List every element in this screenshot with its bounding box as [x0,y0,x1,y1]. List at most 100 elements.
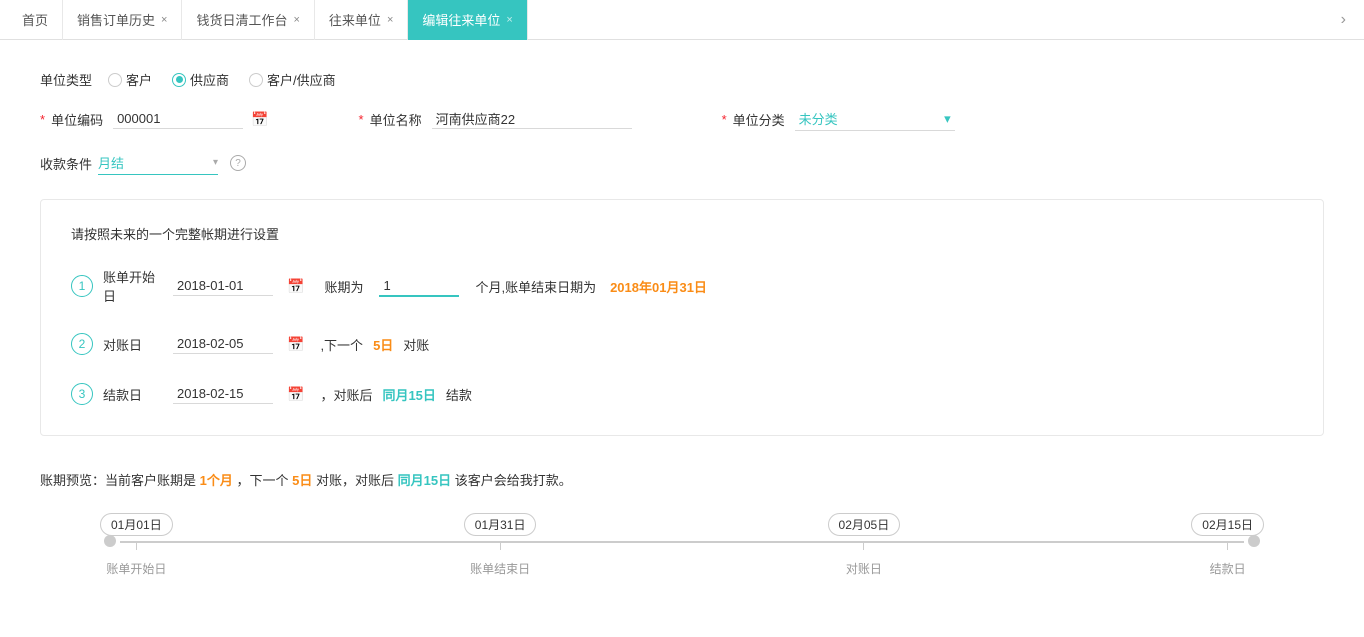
radio-customer-supplier-circle [249,73,263,87]
unit-code-required: * [40,112,45,127]
row-label-3: 结款日 [103,385,163,404]
payment-date-input[interactable] [173,384,273,404]
timeline-tick-2 [500,542,501,550]
tab-units-label: 往来单位 [329,10,381,29]
start-date-input[interactable] [173,276,273,296]
timeline-points: 01月01日 账单开始日 01月31日 账单结束日 02月05日 对账日 02月… [100,513,1264,577]
radio-customer-supplier-label: 客户/供应商 [267,70,336,89]
row-num-2: 2 [71,333,93,355]
unit-type-label: 单位类型 [40,70,92,89]
reconcile-date-input[interactable] [173,334,273,354]
radio-supplier-circle [172,73,186,87]
timeline-point-4: 02月15日 结款日 [1191,513,1264,577]
tab-cash-workbench-close[interactable]: × [293,14,299,26]
tab-cash-workbench[interactable]: 钱货日清工作台 × [182,0,314,40]
payment-label: 收款条件 [40,154,92,173]
settings-row-2: 2 对账日 📅 ,下一个 5日 对账 [71,333,1293,355]
radio-supplier[interactable]: 供应商 [172,70,229,89]
unit-code-calendar-icon[interactable]: 📅 [251,111,268,128]
unit-name-input[interactable] [432,109,632,129]
radio-supplier-label: 供应商 [190,70,229,89]
payment-highlight: 同月15日 [382,385,435,404]
section-title: 请按照未来的一个完整帐期进行设置 [71,224,1293,243]
settings-section: 请按照未来的一个完整帐期进行设置 1 账单开始日 📅 账期为 个月,账单结束日期… [40,199,1324,436]
preview-mid1: ，下一个 [237,473,289,488]
tab-bar: 首页 销售订单历史 × 钱货日清工作台 × 往来单位 × 编辑往来单位 × › [0,0,1364,40]
unit-code-label: 单位编码 [51,110,103,129]
timeline-tick-4 [1227,542,1228,550]
radio-customer-circle [108,73,122,87]
preview-part1: 1个月 [200,473,233,488]
preview-mid2: 对账，对账后 [316,473,394,488]
timeline-label-2: 账单结束日 [470,560,530,577]
row-num-3: 3 [71,383,93,405]
timeline-badge-1: 01月01日 [100,513,173,536]
tab-units-close[interactable]: × [387,14,393,26]
radio-customer[interactable]: 客户 [108,70,152,89]
preview-suffix: 该客户会给我打款。 [455,473,572,488]
timeline-tick-3 [863,542,864,550]
unit-class-label: 单位分类 [733,110,785,129]
reconcile-highlight: 5日 [373,335,393,354]
tab-edit-unit-close[interactable]: × [506,14,512,26]
timeline-point-3: 02月05日 对账日 [828,513,901,577]
timeline-label-1: 账单开始日 [106,560,166,577]
period-input[interactable] [379,276,459,297]
tab-home[interactable]: 首页 [8,0,63,40]
reconcile-prefix: ,下一个 [320,335,363,354]
row-label-1: 账单开始日 [103,267,163,305]
payment-select[interactable]: 月结 ▾ [98,151,218,175]
payment-chevron-icon: ▾ [213,157,218,168]
radio-customer-supplier[interactable]: 客户/供应商 [249,70,336,89]
preview-prefix: 账期预览：当前客户账期是 [40,473,196,488]
row-num-1: 1 [71,275,93,297]
main-content: 单位类型 客户 供应商 客户/供应商 * 单位编码 📅 * 单位名称 [0,40,1364,637]
payment-value: 月结 [98,153,124,172]
unit-class-select[interactable]: 未分类 ▾ [795,107,955,131]
settings-row-3: 3 结款日 📅 ，对账后 同月15日 结款 [71,383,1293,405]
tab-sales-history[interactable]: 销售订单历史 × [63,0,182,40]
payment-help-icon[interactable]: ? [230,155,246,171]
timeline-tick-1 [136,542,137,550]
unit-name-group: * 单位名称 [359,109,632,129]
tab-cash-workbench-label: 钱货日清工作台 [196,10,287,29]
period-label: 账期为 [324,277,363,296]
timeline-badge-2: 01月31日 [464,513,537,536]
preview-section: 账期预览：当前客户账期是 1个月 ，下一个 5日 对账，对账后 同月15日 该客… [40,456,1324,513]
timeline-badge-4: 02月15日 [1191,513,1264,536]
unit-code-input[interactable] [113,109,243,129]
timeline-point-1: 01月01日 账单开始日 [100,513,173,577]
unit-class-group: * 单位分类 未分类 ▾ [722,107,955,131]
payment-date-calendar-icon[interactable]: 📅 [287,386,304,403]
period-end-date: 2018年01月31日 [610,277,707,296]
start-date-calendar-icon[interactable]: 📅 [287,278,304,295]
unit-class-value: 未分类 [799,109,838,128]
unit-code-group: * 单位编码 📅 [40,109,269,129]
timeline-container: 01月01日 账单开始日 01月31日 账单结束日 02月05日 对账日 02月… [40,513,1324,617]
reconcile-suffix: 对账 [403,335,429,354]
payment-prefix: ，对账后 [320,385,372,404]
unit-class-required: * [722,112,727,127]
tab-units[interactable]: 往来单位 × [315,0,408,40]
payment-row: 收款条件 月结 ▾ ? [40,151,1324,175]
tab-sales-history-label: 销售订单历史 [77,10,155,29]
tab-sales-history-close[interactable]: × [161,14,167,26]
unit-type-row: 单位类型 客户 供应商 客户/供应商 [40,70,1324,89]
unit-class-chevron-icon: ▾ [944,111,951,127]
radio-customer-label: 客户 [126,70,152,89]
unit-info-row: * 单位编码 📅 * 单位名称 * 单位分类 未分类 ▾ [40,107,1324,131]
timeline-label-3: 对账日 [846,560,882,577]
timeline-badge-3: 02月05日 [828,513,901,536]
unit-name-label: 单位名称 [370,110,422,129]
payment-suffix: 结款 [446,385,472,404]
radio-group-unit-type: 客户 供应商 客户/供应商 [108,70,336,89]
reconcile-calendar-icon[interactable]: 📅 [287,336,304,353]
settings-row-1: 1 账单开始日 📅 账期为 个月,账单结束日期为 2018年01月31日 [71,267,1293,305]
preview-part3: 同月15日 [398,473,451,488]
timeline-label-4: 结款日 [1210,560,1246,577]
tab-edit-unit[interactable]: 编辑往来单位 × [408,0,527,40]
tab-home-label: 首页 [22,10,48,29]
tab-more-button[interactable]: › [1331,11,1356,29]
preview-part2: 5日 [292,473,312,488]
timeline-point-2: 01月31日 账单结束日 [464,513,537,577]
